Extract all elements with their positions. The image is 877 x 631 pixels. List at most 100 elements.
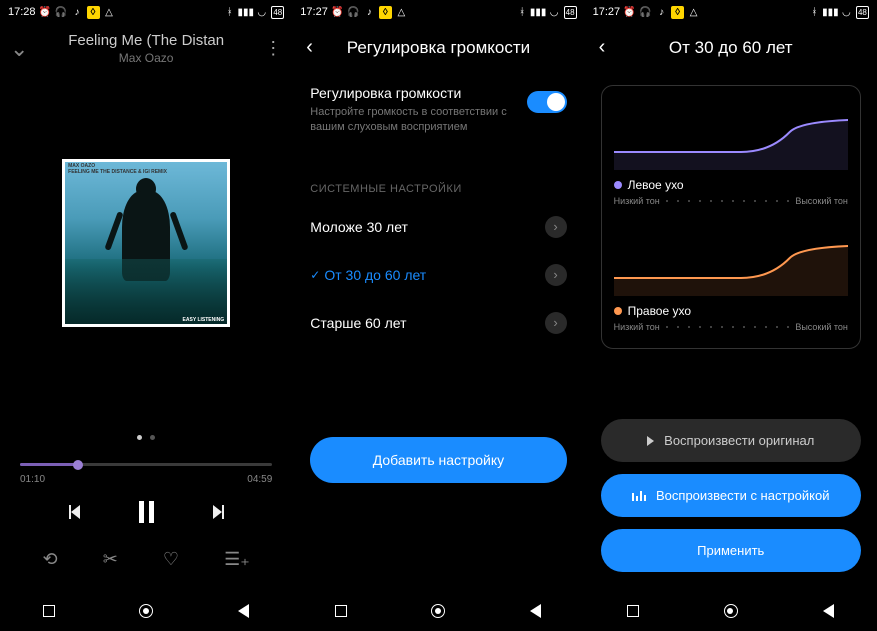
status-time: 17:27	[300, 6, 328, 18]
button-label: Добавить настройку	[373, 452, 504, 468]
nav-home[interactable]	[428, 601, 448, 621]
nav-back[interactable]	[234, 601, 254, 621]
nav-home[interactable]	[721, 601, 741, 621]
status-bar: 17:27 ⏰ 🎧 ♪ ◊ △ ᚼ ▮▮▮ ◡ 48	[585, 0, 877, 24]
dot-2	[150, 435, 155, 440]
album-art[interactable]: MAX OAZO FEELING ME THE DISTANCE & IGI R…	[62, 159, 230, 327]
queue-button[interactable]: ☰₊	[224, 549, 250, 570]
age-option-30to60[interactable]: ✓ От 30 до 60 лет ›	[292, 251, 584, 299]
play-original-button[interactable]: Воспроизвести оригинал	[601, 419, 861, 462]
nav-home[interactable]	[136, 601, 156, 621]
button-label: Применить	[697, 543, 764, 558]
like-button[interactable]: ♡	[163, 549, 179, 570]
alarm-icon: ⏰	[623, 6, 636, 19]
battery-icon: 48	[856, 6, 869, 19]
back-button[interactable]: ‹	[306, 36, 330, 59]
chevron-right-icon: ›	[545, 264, 567, 286]
nav-recent[interactable]	[331, 601, 351, 621]
high-tone-label: Высокий тон	[795, 322, 848, 332]
headphones-icon: 🎧	[55, 6, 68, 19]
player-header: ⌄ Feeling Me (The Distan Max Oazo ⋮	[0, 24, 292, 69]
nav-bar	[585, 591, 877, 631]
battery-icon: 48	[271, 6, 284, 19]
triangle-icon: △	[687, 6, 700, 19]
setting-title: Регулировка громкости	[310, 85, 526, 101]
nav-recent[interactable]	[623, 601, 643, 621]
headphones-icon: 🎧	[639, 6, 652, 19]
collapse-button[interactable]: ⌄	[10, 36, 34, 62]
skip-prev-icon	[69, 503, 87, 521]
seek-thumb[interactable]	[73, 460, 83, 470]
seek-bar[interactable]	[20, 463, 272, 466]
app-badge-icon: ◊	[379, 6, 392, 19]
bluetooth-icon: ᚼ	[808, 6, 821, 19]
wifi-icon: ◡	[548, 6, 561, 19]
setting-desc: Настройте громкость в соответствии с ваш…	[310, 105, 526, 135]
wifi-icon: ◡	[255, 6, 268, 19]
status-time: 17:28	[8, 6, 36, 18]
chevron-right-icon: ›	[545, 216, 567, 238]
pause-button[interactable]	[139, 501, 154, 523]
note-icon: ♪	[655, 6, 668, 19]
section-label: СИСТЕМНЫЕ НАСТРОЙКИ	[292, 149, 584, 203]
page-title: Регулировка громкости	[330, 38, 546, 58]
low-tone-label: Низкий тон	[614, 196, 660, 206]
skip-next-icon	[206, 503, 224, 521]
triangle-icon: △	[395, 6, 408, 19]
legend-dot-left	[614, 181, 622, 189]
headphones-icon: 🎧	[347, 6, 360, 19]
volume-toggle[interactable]	[527, 91, 567, 113]
page-dots[interactable]	[0, 427, 292, 445]
alarm-icon: ⏰	[331, 6, 344, 19]
repeat-button[interactable]: ⟲	[43, 549, 58, 570]
pause-icon	[139, 501, 154, 523]
hearing-graph: Левое ухо Низкий тон Высокий тон Правое …	[601, 85, 861, 349]
status-bar: 17:28 ⏰ 🎧 ♪ ◊ △ ᚼ ▮▮▮ ◡ 48	[0, 0, 292, 24]
option-label: Моложе 30 лет	[310, 219, 544, 235]
status-time: 17:27	[593, 6, 621, 18]
dot-1	[137, 435, 142, 440]
signal-icon: ▮▮▮	[532, 6, 545, 19]
bluetooth-icon: ᚼ	[223, 6, 236, 19]
play-tuned-button[interactable]: Воспроизвести с настройкой	[601, 474, 861, 517]
screen-volume-settings: 17:27 ⏰ 🎧 ♪ ◊ △ ᚼ ▮▮▮ ◡ 48 ‹ Регулировка…	[292, 0, 584, 631]
apply-button[interactable]: Применить	[601, 529, 861, 572]
next-button[interactable]	[206, 503, 224, 521]
age-option-under30[interactable]: Моложе 30 лет ›	[292, 203, 584, 251]
button-label: Воспроизвести оригинал	[664, 433, 814, 448]
button-label: Воспроизвести с настройкой	[656, 488, 829, 503]
screen-music-player: 17:28 ⏰ 🎧 ♪ ◊ △ ᚼ ▮▮▮ ◡ 48 ⌄ Feeling Me …	[0, 0, 292, 631]
age-option-over60[interactable]: Старше 60 лет ›	[292, 299, 584, 347]
bluetooth-icon: ᚼ	[516, 6, 529, 19]
more-button[interactable]: ⋮	[258, 38, 282, 59]
track-artist: Max Oazo	[34, 51, 258, 65]
equalizer-icon	[632, 491, 646, 501]
option-label: Старше 60 лет	[310, 315, 544, 331]
prev-button[interactable]	[69, 503, 87, 521]
note-icon: ♪	[363, 6, 376, 19]
right-ear-curve	[614, 228, 848, 296]
cut-button[interactable]: ✂	[103, 549, 118, 570]
album-label-top: MAX OAZO FEELING ME THE DISTANCE & IGI R…	[68, 163, 167, 175]
track-title: Feeling Me (The Distan	[34, 32, 258, 49]
legend-dot-right	[614, 307, 622, 315]
triangle-icon: △	[103, 6, 116, 19]
low-tone-label: Низкий тон	[614, 322, 660, 332]
time-total: 04:59	[247, 474, 272, 485]
screen-hearing-profile: 17:27 ⏰ 🎧 ♪ ◊ △ ᚼ ▮▮▮ ◡ 48 ‹ От 30 до 60…	[585, 0, 877, 631]
status-bar: 17:27 ⏰ 🎧 ♪ ◊ △ ᚼ ▮▮▮ ◡ 48	[292, 0, 584, 24]
play-icon	[647, 436, 654, 446]
nav-back[interactable]	[818, 601, 838, 621]
check-icon: ✓	[310, 268, 320, 282]
nav-recent[interactable]	[39, 601, 59, 621]
page-title: От 30 до 60 лет	[623, 38, 839, 58]
nav-bar	[292, 591, 584, 631]
add-setting-button[interactable]: Добавить настройку	[310, 437, 566, 483]
app-badge-icon: ◊	[671, 6, 684, 19]
chevron-right-icon: ›	[545, 312, 567, 334]
nav-bar	[0, 591, 292, 631]
back-button[interactable]: ‹	[599, 36, 623, 59]
time-elapsed: 01:10	[20, 474, 45, 485]
right-ear-label: Правое ухо	[628, 304, 691, 318]
nav-back[interactable]	[526, 601, 546, 621]
